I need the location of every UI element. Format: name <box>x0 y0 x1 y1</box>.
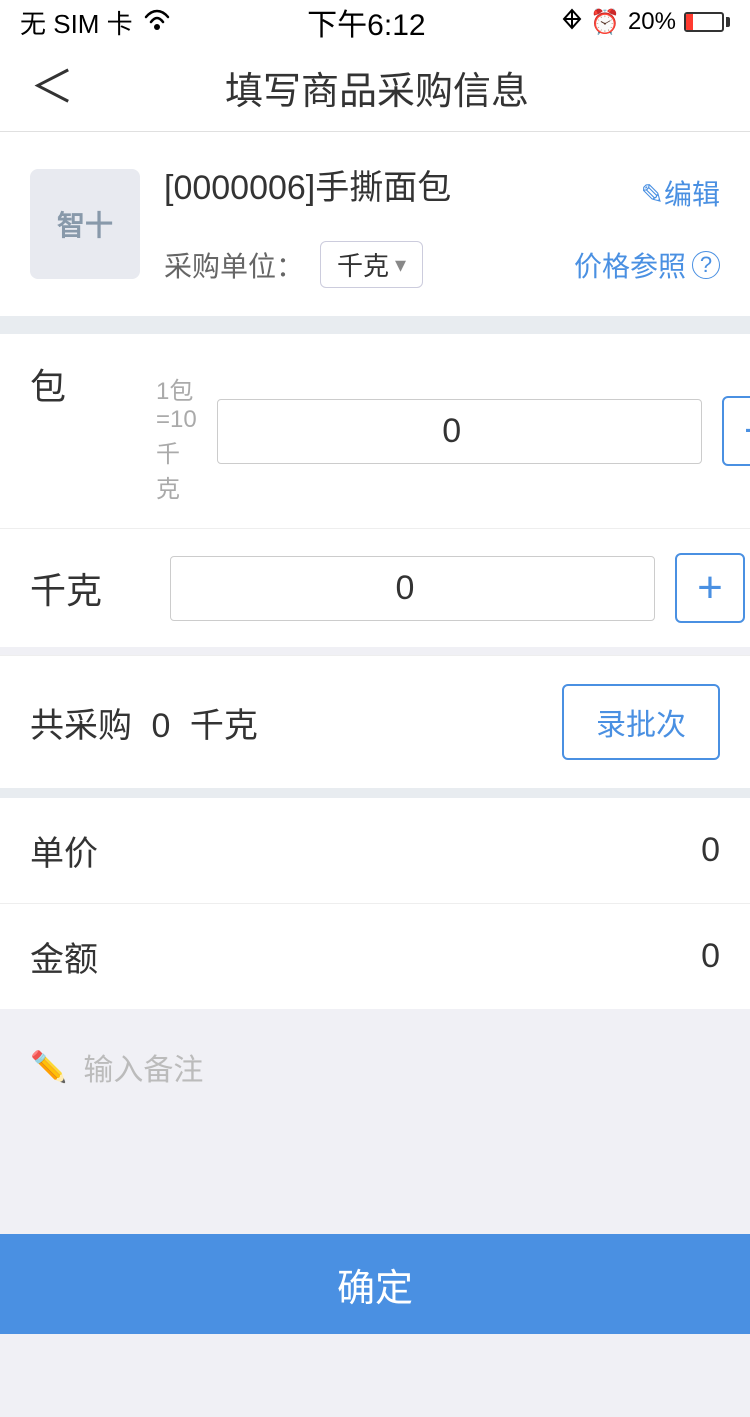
bag-label: 包 <box>30 358 150 410</box>
unit-price-label: 单价 <box>30 826 98 875</box>
amount-value: 0 <box>701 937 720 976</box>
total-row: 共采购 0 千克 录批次 <box>0 655 750 788</box>
bag-sublabel: 1包=10千克 <box>156 371 197 504</box>
amount-label: 金额 <box>30 932 98 981</box>
edit-button[interactable]: ✎编辑 <box>641 173 720 213</box>
bag-label-wrap: 包 1包=10千克 <box>30 358 197 504</box>
question-icon: ? <box>692 251 720 279</box>
carrier-label: 无 SIM 卡 <box>20 4 133 41</box>
bag-plus-button[interactable]: + <box>722 396 750 466</box>
amount-row: 金额 0 <box>0 904 750 1009</box>
alarm-icon: ⏰ <box>590 8 620 37</box>
kg-label: 千克 <box>30 562 150 614</box>
confirm-button[interactable]: 确定 <box>0 1234 750 1334</box>
status-bar: 无 SIM 卡 下午6:12 ⏰ 20% <box>0 0 750 44</box>
back-button[interactable]: ＜ <box>30 66 74 110</box>
remark-section[interactable]: ✏️ 输入备注 <box>0 1017 750 1117</box>
unit-label: 采购单位： <box>164 245 304 285</box>
pencil-icon: ✏️ <box>30 1050 67 1085</box>
divider-2 <box>0 788 750 798</box>
price-ref-button[interactable]: 价格参照 ? <box>574 245 720 285</box>
kg-input-row: 千克 + <box>0 529 750 647</box>
unit-price-value: 0 <box>701 831 720 870</box>
location-icon <box>562 8 582 37</box>
kg-quantity-input[interactable] <box>170 556 655 621</box>
status-right: ⏰ 20% <box>562 8 730 37</box>
battery-icon <box>684 12 730 32</box>
bag-quantity-input[interactable] <box>217 399 702 464</box>
remark-placeholder: 输入备注 <box>83 1045 203 1089</box>
total-value: 0 <box>151 707 170 745</box>
product-info: [0000006]手撕面包 ✎编辑 采购单位： 千克 ▾ 价格参照 ? <box>164 160 720 288</box>
unit-select[interactable]: 千克 ▾ <box>320 241 423 288</box>
product-logo: 智十 <box>57 204 113 244</box>
bag-input-section: 包 1包=10千克 + 千克 + <box>0 334 750 647</box>
bag-input-row: 包 1包=10千克 + <box>0 334 750 529</box>
product-image: 智十 <box>30 169 140 279</box>
chevron-down-icon: ▾ <box>395 252 406 278</box>
price-ref-label: 价格参照 <box>574 245 686 285</box>
divider-1 <box>0 324 750 334</box>
batch-button[interactable]: 录批次 <box>562 684 720 760</box>
unit-value: 千克 <box>337 246 389 283</box>
product-card: 智十 [0000006]手撕面包 ✎编辑 采购单位： 千克 ▾ 价格参照 ? <box>0 132 750 324</box>
wifi-icon <box>143 7 171 38</box>
battery-percent: 20% <box>628 8 676 36</box>
nav-bar: ＜ 填写商品采购信息 <box>0 44 750 132</box>
unit-row: 采购单位： 千克 ▾ <box>164 241 423 288</box>
total-label: 共采购 0 千克 <box>30 698 258 747</box>
kg-plus-button[interactable]: + <box>675 553 745 623</box>
status-left: 无 SIM 卡 <box>20 4 171 41</box>
page-title: 填写商品采购信息 <box>94 60 660 115</box>
status-time: 下午6:12 <box>307 0 425 44</box>
product-name: [0000006]手撕面包 <box>164 160 451 209</box>
unit-price-row: 单价 0 <box>0 798 750 904</box>
price-info-section: 单价 0 金额 0 <box>0 798 750 1009</box>
